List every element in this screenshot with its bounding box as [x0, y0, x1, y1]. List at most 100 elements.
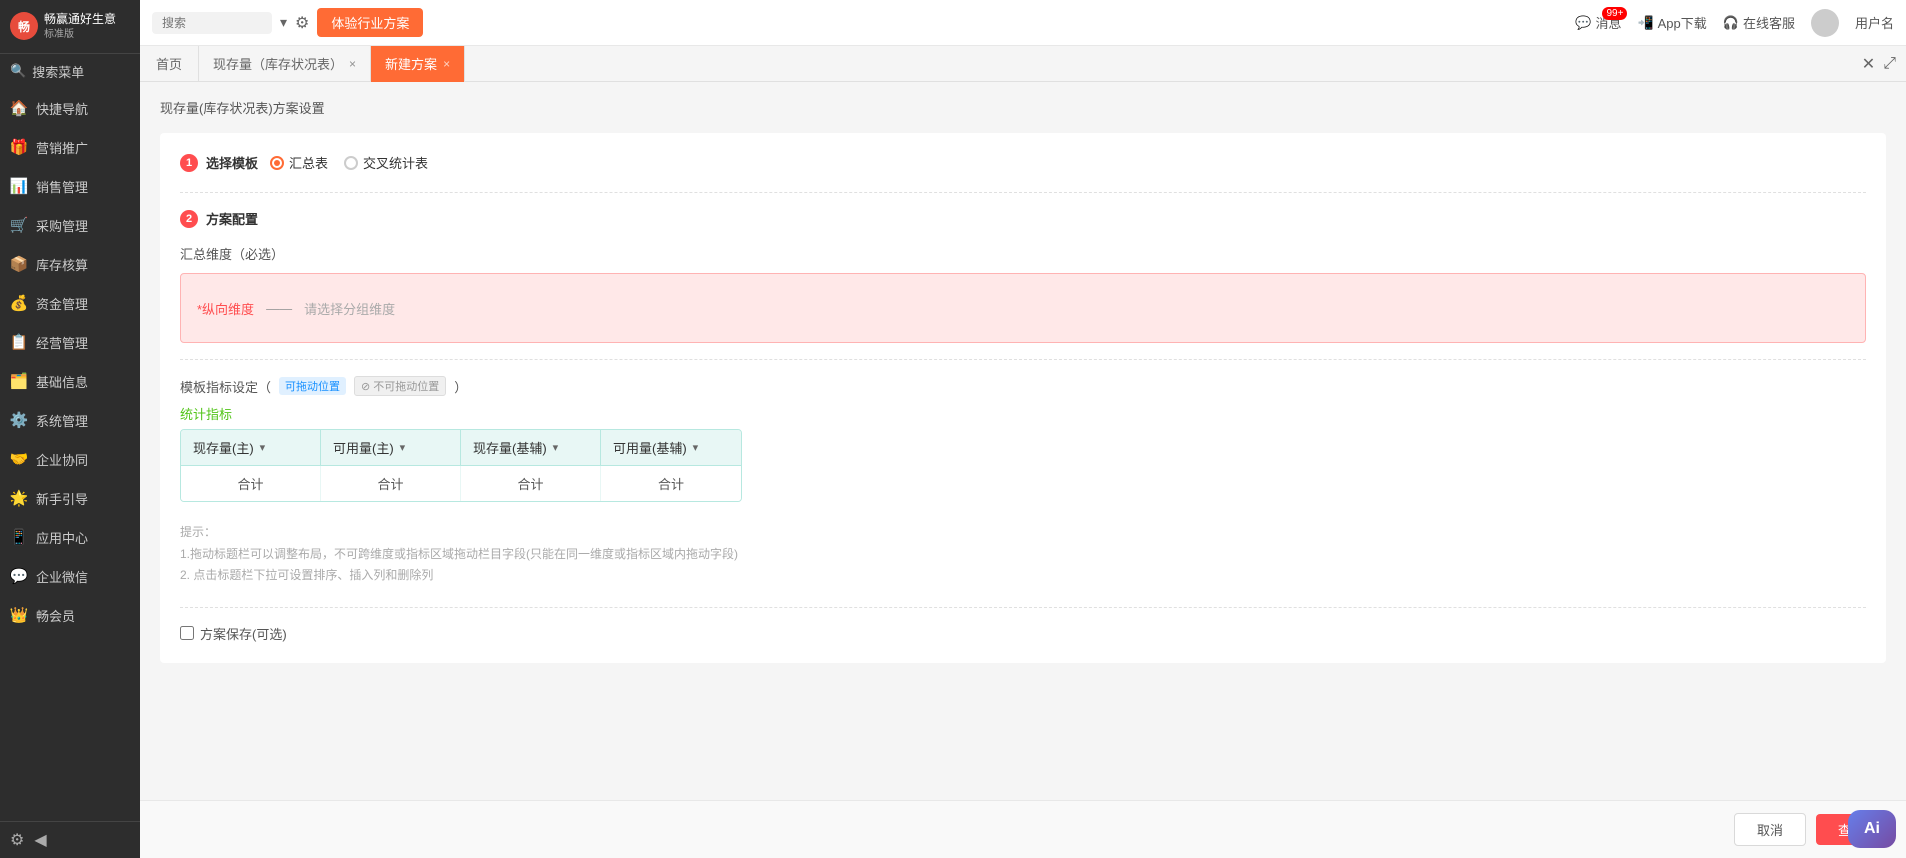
- divider-1: [180, 192, 1866, 193]
- topbar-app-download[interactable]: 📲 App下载: [1637, 13, 1706, 32]
- money-icon: 💰: [10, 294, 28, 312]
- radio-cross-dot: [344, 156, 358, 170]
- indicator-table-header: 现存量(主) ▾ 可用量(主) ▾ 现存量(基辅) ▾: [181, 430, 741, 466]
- col-available-main-header[interactable]: 可用量(主) ▾: [321, 430, 461, 465]
- tabbar: 首页 现存量（库存状况表） × 新建方案 × ✕ ⤢: [140, 46, 1906, 82]
- dim-label: 汇总维度（必选）: [180, 244, 1866, 263]
- tab-new-plan[interactable]: 新建方案 ×: [371, 46, 465, 82]
- topbar-settings-btn[interactable]: ⚙: [295, 13, 309, 33]
- divider-2: [180, 359, 1866, 360]
- sidebar-search[interactable]: 🔍 搜索菜单: [0, 54, 140, 89]
- indicator-table: 现存量(主) ▾ 可用量(主) ▾ 现存量(基辅) ▾: [180, 429, 742, 502]
- tab-home[interactable]: 首页: [140, 46, 199, 82]
- footer: 取消 查询: [140, 800, 1906, 858]
- trial-button[interactable]: 体验行业方案: [317, 8, 423, 37]
- step2-badge: 2: [180, 210, 198, 228]
- col-available-aux-dropdown[interactable]: ▾: [693, 441, 699, 454]
- message-icon: 💬: [1575, 15, 1591, 31]
- col-stock-aux-dropdown[interactable]: ▾: [553, 441, 559, 454]
- col-stock-aux-header[interactable]: 现存量(基辅) ▾: [461, 430, 601, 465]
- crown-icon: 👑: [10, 606, 28, 624]
- sidebar-item-member[interactable]: 👑 畅会员: [0, 596, 140, 635]
- col-stock-aux-body: 合计: [461, 466, 601, 501]
- logo-text: 畅赢通好生意 标准版: [44, 12, 116, 41]
- logo-icon: 畅: [10, 12, 38, 40]
- stats-label: 统计指标: [180, 404, 1866, 423]
- gift-icon: 🎁: [10, 138, 28, 156]
- tab-inventory-close-btn[interactable]: ×: [349, 57, 356, 71]
- sidebar-item-inventory[interactable]: 📦 库存核算: [0, 245, 140, 284]
- divider-3: [180, 607, 1866, 608]
- sidebar-logo: 畅 畅赢通好生意 标准版: [0, 0, 140, 54]
- radio-summary[interactable]: 汇总表: [270, 153, 328, 172]
- tip-item-1: 1.拖动标题栏可以调整布局，不可跨维度或指标区域拖动栏目字段(只能在同一维度或指…: [180, 544, 1866, 566]
- step2-title: 方案配置: [206, 209, 258, 228]
- sidebar-settings-btn[interactable]: ⚙: [10, 830, 24, 850]
- dim-vertical-label: *纵向维度: [197, 299, 254, 318]
- dim-arrow: ——: [266, 301, 292, 316]
- avatar[interactable]: [1811, 9, 1839, 37]
- tip-item-2: 2. 点击标题栏下拉可设置排序、插入列和删除列: [180, 565, 1866, 587]
- search-icon: 🔍: [10, 63, 26, 79]
- sidebar-item-purchase[interactable]: 🛒 采购管理: [0, 206, 140, 245]
- step1-badge: 1: [180, 154, 198, 172]
- settings-card: 1 选择模板 汇总表 交叉统计表: [160, 133, 1886, 663]
- col-available-main-dropdown[interactable]: ▾: [400, 441, 406, 454]
- step1-header: 1 选择模板 汇总表 交叉统计表: [180, 153, 1866, 172]
- sidebar-item-basic-info[interactable]: 🗂️ 基础信息: [0, 362, 140, 401]
- dim-placeholder[interactable]: 请选择分组维度: [304, 299, 395, 318]
- topbar-search-input[interactable]: [152, 12, 272, 34]
- sidebar-nav: 🏠 快捷导航 🎁 营销推广 📊 销售管理 🛒 采购管理 📦 库存核算 💰 资金管…: [0, 89, 140, 821]
- dimension-settings: 汇总维度（必选） *纵向维度 —— 请选择分组维度: [180, 244, 1866, 343]
- main-area: ▾ ⚙ 体验行业方案 💬 消息 99+ 📲 App下载 🎧 在线客服 用户名 首…: [140, 0, 1906, 858]
- tab-new-plan-close-btn[interactable]: ×: [443, 57, 450, 71]
- box-icon: 📦: [10, 255, 28, 273]
- tab-expand-btn[interactable]: ⤢: [1883, 55, 1896, 73]
- sidebar-item-sales[interactable]: 📊 销售管理: [0, 167, 140, 206]
- col-stock-main-dropdown[interactable]: ▾: [260, 441, 266, 454]
- handshake-icon: 🤝: [10, 450, 28, 468]
- settings-icon: ⚙️: [10, 411, 28, 429]
- topbar-service[interactable]: 🎧 在线客服: [1723, 13, 1795, 32]
- tips-title: 提示：: [180, 525, 216, 539]
- message-badge: 99+: [1602, 7, 1627, 20]
- tabbar-expand: ✕ ⤢: [1852, 54, 1906, 74]
- sidebar-item-wechat[interactable]: 💬 企业微信: [0, 557, 140, 596]
- wechat-icon: 💬: [10, 567, 28, 585]
- template-radio-group: 汇总表 交叉统计表: [270, 153, 428, 172]
- save-option-label: 方案保存(可选): [200, 624, 287, 643]
- topbar-message[interactable]: 💬 消息 99+: [1575, 13, 1621, 32]
- radio-cross[interactable]: 交叉统计表: [344, 153, 428, 172]
- col-available-aux-header[interactable]: 可用量(基辅) ▾: [601, 430, 741, 465]
- star-icon: 🌟: [10, 489, 28, 507]
- ai-fab-button[interactable]: Ai: [1848, 810, 1896, 848]
- step1-title: 选择模板: [206, 153, 258, 172]
- folder-icon: 🗂️: [10, 372, 28, 390]
- sidebar-collapse-btn[interactable]: ◀: [34, 830, 46, 850]
- col-stock-main-header[interactable]: 现存量(主) ▾: [181, 430, 321, 465]
- radio-summary-dot: [270, 156, 284, 170]
- sidebar-item-quick-nav[interactable]: 🏠 快捷导航: [0, 89, 140, 128]
- tab-inventory-status[interactable]: 现存量（库存状况表） ×: [199, 46, 371, 82]
- sidebar-item-app-center[interactable]: 📱 应用中心: [0, 518, 140, 557]
- content-area: 现存量(库存状况表)方案设置 1 选择模板 汇总表 交叉统计表: [140, 82, 1906, 800]
- cart-icon: 🛒: [10, 216, 28, 234]
- save-checkbox[interactable]: [180, 626, 194, 640]
- sidebar-item-operations[interactable]: 📋 经营管理: [0, 323, 140, 362]
- indicator-label: 模板指标设定（ 可拖动位置 不可拖动位置 ）: [180, 376, 1866, 396]
- indicator-table-body: 合计 合计 合计 合计: [181, 466, 741, 501]
- sidebar-item-marketing[interactable]: 🎁 营销推广: [0, 128, 140, 167]
- tab-close-all-btn[interactable]: ✕: [1862, 54, 1875, 74]
- sidebar-bottom: ⚙ ◀: [0, 821, 140, 858]
- sidebar-item-finance[interactable]: 💰 资金管理: [0, 284, 140, 323]
- topbar-dropdown-btn[interactable]: ▾: [280, 14, 287, 31]
- cancel-button[interactable]: 取消: [1734, 813, 1806, 846]
- step1-section: 1 选择模板 汇总表 交叉统计表: [180, 153, 1866, 172]
- sidebar-item-system[interactable]: ⚙️ 系统管理: [0, 401, 140, 440]
- step2-section: 2 方案配置 汇总维度（必选） *纵向维度 —— 请选择分组维度: [180, 209, 1866, 587]
- mobile-download-icon: 📲: [1637, 15, 1653, 31]
- sidebar-item-guide[interactable]: 🌟 新手引导: [0, 479, 140, 518]
- draggable-badge: 可拖动位置: [279, 377, 346, 395]
- sidebar-item-cooperation[interactable]: 🤝 企业协同: [0, 440, 140, 479]
- home-icon: 🏠: [10, 99, 28, 117]
